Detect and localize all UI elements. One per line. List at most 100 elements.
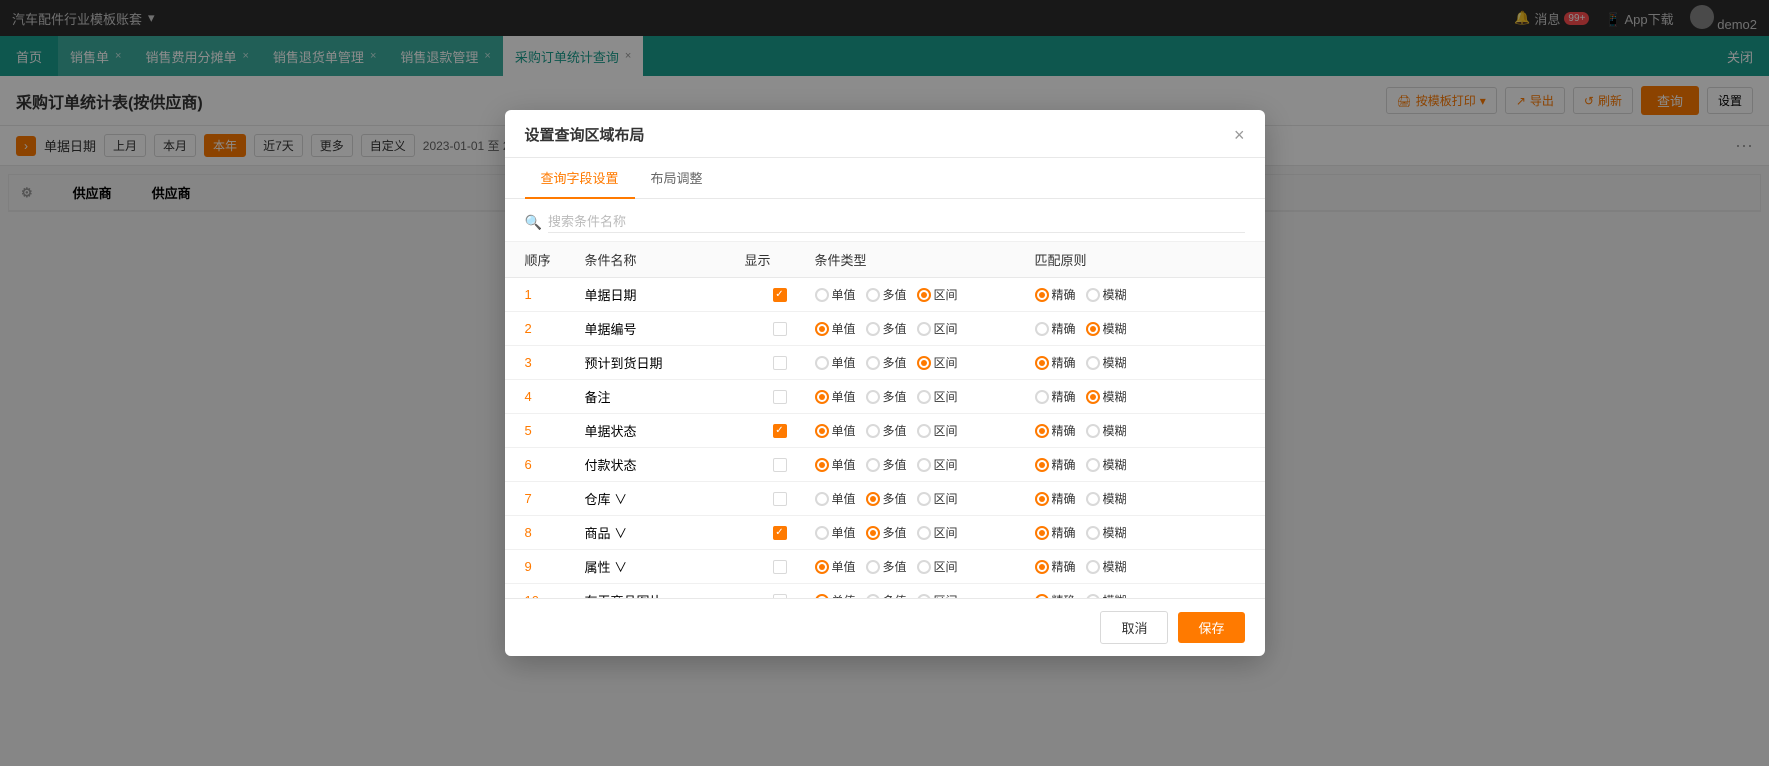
modal-tab-fields[interactable]: 查询字段设置 — [525, 158, 635, 199]
radio-label: 区间 — [934, 320, 958, 337]
table-row: 8商品 ∨单值多值区间精确模糊 — [505, 516, 1265, 550]
radio-label: 模糊 — [1103, 388, 1127, 405]
radio-label: 多值 — [883, 524, 907, 541]
radio-match-模糊[interactable]: 模糊 — [1086, 354, 1127, 371]
row-display-checkbox[interactable] — [745, 322, 815, 336]
radio-type-区间[interactable]: 区间 — [917, 558, 958, 575]
radio-type-多值[interactable]: 多值 — [866, 388, 907, 405]
modal-overlay: 设置查询区域布局 × 查询字段设置 布局调整 🔍 顺序 条件名称 显示 条件类型 — [0, 0, 1769, 766]
radio-circle — [815, 458, 829, 472]
radio-type-多值[interactable]: 多值 — [866, 456, 907, 473]
radio-match-模糊[interactable]: 模糊 — [1086, 320, 1127, 337]
table-row: 9属性 ∨单值多值区间精确模糊 — [505, 550, 1265, 584]
row-display-checkbox[interactable] — [745, 424, 815, 438]
radio-label: 多值 — [883, 422, 907, 439]
table-row: 7仓库 ∨单值多值区间精确模糊 — [505, 482, 1265, 516]
radio-match-模糊[interactable]: 模糊 — [1086, 286, 1127, 303]
radio-match-精确[interactable]: 精确 — [1035, 422, 1076, 439]
save-button[interactable]: 保存 — [1178, 612, 1244, 643]
row-type-options: 单值 多值 区间 — [815, 320, 1035, 337]
radio-type-单值[interactable]: 单值 — [815, 354, 856, 371]
radio-circle — [866, 288, 880, 302]
radio-type-单值[interactable]: 单值 — [815, 320, 856, 337]
row-display-checkbox[interactable] — [745, 356, 815, 370]
radio-type-区间[interactable]: 区间 — [917, 490, 958, 507]
radio-match-模糊[interactable]: 模糊 — [1086, 388, 1127, 405]
radio-circle — [1086, 560, 1100, 574]
radio-type-单值[interactable]: 单值 — [815, 422, 856, 439]
radio-type-单值[interactable]: 单值 — [815, 524, 856, 541]
radio-label: 多值 — [883, 558, 907, 575]
radio-match-模糊[interactable]: 模糊 — [1086, 456, 1127, 473]
radio-circle — [866, 322, 880, 336]
radio-type-多值[interactable]: 多值 — [866, 354, 907, 371]
modal-table: 顺序 条件名称 显示 条件类型 匹配原则 1单据日期单值多值区间精确模糊2单据编… — [505, 242, 1265, 598]
radio-match-精确[interactable]: 精确 — [1035, 490, 1076, 507]
checkbox-box — [773, 390, 787, 404]
col-name: 条件名称 — [585, 250, 745, 269]
row-match-options: 精确模糊 — [1035, 422, 1235, 439]
radio-match-模糊[interactable]: 模糊 — [1086, 490, 1127, 507]
radio-label: 模糊 — [1103, 490, 1127, 507]
radio-circle — [815, 424, 829, 438]
radio-type-区间[interactable]: 区间 — [917, 524, 958, 541]
radio-label: 多值 — [883, 320, 907, 337]
radio-circle — [1035, 424, 1049, 438]
radio-type-单值[interactable]: 单值 — [815, 388, 856, 405]
radio-match-精确[interactable]: 精确 — [1035, 558, 1076, 575]
cancel-button[interactable]: 取消 — [1100, 611, 1168, 644]
radio-circle — [1086, 322, 1100, 336]
modal-close-button[interactable]: × — [1234, 126, 1245, 144]
radio-type-区间[interactable]: 区间 — [917, 422, 958, 439]
radio-type-单值[interactable]: 单值 — [815, 490, 856, 507]
radio-type-区间[interactable]: 区间 — [917, 456, 958, 473]
radio-type-多值[interactable]: 多值 — [866, 320, 907, 337]
row-type-options: 单值 多值区间 — [815, 524, 1035, 541]
radio-match-精确[interactable]: 精确 — [1035, 388, 1076, 405]
radio-type-多值[interactable]: 多值 — [866, 524, 907, 541]
radio-circle — [1035, 356, 1049, 370]
checkbox-box — [773, 458, 787, 472]
radio-type-区间[interactable]: 区间 — [917, 286, 958, 303]
radio-type-单值[interactable]: 单值 — [815, 286, 856, 303]
checkbox-box — [773, 288, 787, 302]
radio-match-精确[interactable]: 精确 — [1035, 354, 1076, 371]
radio-circle — [866, 356, 880, 370]
radio-type-区间[interactable]: 区间 — [917, 354, 958, 371]
radio-label: 精确 — [1052, 354, 1076, 371]
radio-type-多值[interactable]: 多值 — [866, 558, 907, 575]
row-order: 2 — [525, 321, 585, 336]
modal-tab-layout[interactable]: 布局调整 — [635, 158, 719, 199]
radio-type-单值[interactable]: 单值 — [815, 558, 856, 575]
radio-type-单值[interactable]: 单值 — [815, 456, 856, 473]
radio-match-精确[interactable]: 精确 — [1035, 320, 1076, 337]
radio-circle — [917, 322, 931, 336]
row-display-checkbox[interactable] — [745, 560, 815, 574]
radio-type-多值[interactable]: 多值 — [866, 490, 907, 507]
radio-match-模糊[interactable]: 模糊 — [1086, 422, 1127, 439]
row-display-checkbox[interactable] — [745, 288, 815, 302]
row-display-checkbox[interactable] — [745, 390, 815, 404]
radio-match-精确[interactable]: 精确 — [1035, 456, 1076, 473]
radio-match-模糊[interactable]: 模糊 — [1086, 524, 1127, 541]
row-display-checkbox[interactable] — [745, 458, 815, 472]
row-display-checkbox[interactable] — [745, 492, 815, 506]
row-type-options: 单值 多值区间 — [815, 558, 1035, 575]
radio-label: 精确 — [1052, 524, 1076, 541]
row-display-checkbox[interactable] — [745, 526, 815, 540]
radio-type-多值[interactable]: 多值 — [866, 286, 907, 303]
settings-modal: 设置查询区域布局 × 查询字段设置 布局调整 🔍 顺序 条件名称 显示 条件类型 — [505, 110, 1265, 656]
row-order: 4 — [525, 389, 585, 404]
radio-circle — [1086, 492, 1100, 506]
radio-type-区间[interactable]: 区间 — [917, 320, 958, 337]
radio-type-区间[interactable]: 区间 — [917, 388, 958, 405]
radio-match-精确[interactable]: 精确 — [1035, 524, 1076, 541]
radio-match-精确[interactable]: 精确 — [1035, 286, 1076, 303]
modal-search-input[interactable] — [548, 211, 1245, 233]
row-name: 商品 ∨ — [585, 523, 745, 542]
radio-circle — [815, 492, 829, 506]
radio-circle — [815, 356, 829, 370]
radio-type-多值[interactable]: 多值 — [866, 422, 907, 439]
radio-match-模糊[interactable]: 模糊 — [1086, 558, 1127, 575]
radio-circle — [1035, 458, 1049, 472]
